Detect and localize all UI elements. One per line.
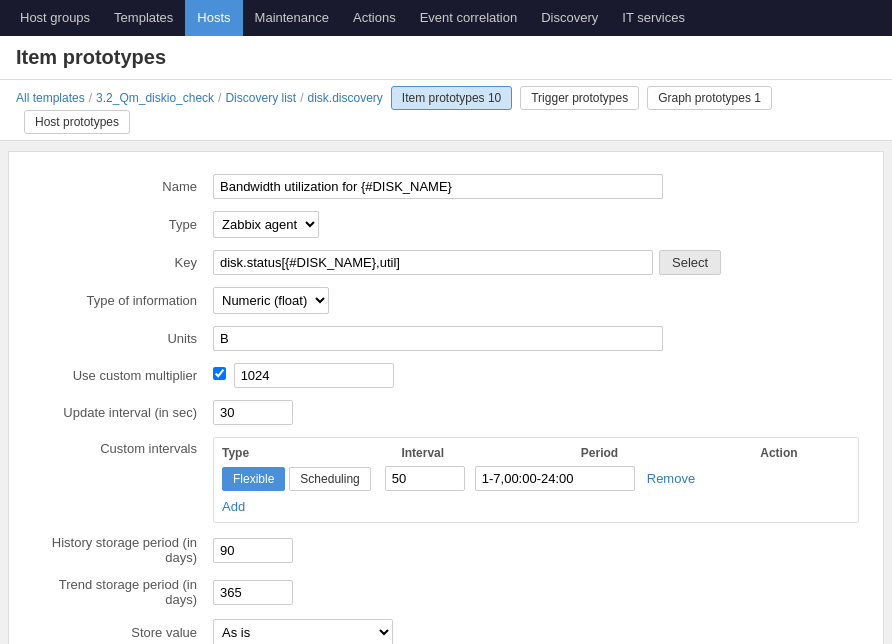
tab-item-prototypes[interactable]: Item prototypes 10 [391, 86, 512, 110]
custom-intervals-row: Custom intervals Type Interval Period Ac… [25, 431, 867, 529]
key-input[interactable] [213, 250, 653, 275]
interval-interval-header: Interval [401, 446, 580, 460]
interval-type-header: Type [222, 446, 401, 460]
update-interval-row: Update interval (in sec) [25, 394, 867, 431]
tab-graph-prototypes[interactable]: Graph prototypes 1 [647, 86, 772, 110]
breadcrumb-discovery-list[interactable]: Discovery list [225, 91, 296, 105]
remove-link[interactable]: Remove [647, 471, 695, 486]
type-row: Type Zabbix agent [25, 205, 867, 244]
key-label: Key [25, 244, 205, 281]
type-info-row: Type of information Numeric (float) [25, 281, 867, 320]
select-button[interactable]: Select [659, 250, 721, 275]
breadcrumb-all-templates[interactable]: All templates [16, 91, 85, 105]
breadcrumb-host[interactable]: 3.2_Qm_diskio_check [96, 91, 214, 105]
breadcrumb-bar: All templates / 3.2_Qm_diskio_check / Di… [0, 80, 892, 141]
store-value-label: Store value [25, 613, 205, 644]
flexible-button[interactable]: Flexible [222, 467, 285, 491]
tab-host-prototypes[interactable]: Host prototypes [24, 110, 130, 134]
interval-period-header: Period [581, 446, 760, 460]
trend-field-cell [205, 571, 867, 613]
custom-intervals-label: Custom intervals [25, 431, 205, 529]
custom-mult-row: Use custom multiplier [25, 357, 867, 394]
store-value-row: Store value As is [25, 613, 867, 644]
add-link-container: Add [222, 495, 850, 514]
nav-maintenance[interactable]: Maintenance [243, 0, 341, 36]
custom-mult-checkbox[interactable] [213, 367, 226, 380]
store-value-select[interactable]: As is [213, 619, 393, 644]
intervals-header: Type Interval Period Action [222, 446, 850, 460]
trend-input[interactable] [213, 580, 293, 605]
nav-hosts[interactable]: Hosts [185, 0, 242, 36]
type-info-select[interactable]: Numeric (float) [213, 287, 329, 314]
type-field-cell: Zabbix agent [205, 205, 867, 244]
name-input[interactable] [213, 174, 663, 199]
nav-host-groups[interactable]: Host groups [8, 0, 102, 36]
update-interval-field-cell [205, 394, 867, 431]
item-prototype-form: Name Type Zabbix agent Key Sele [25, 168, 867, 644]
type-select[interactable]: Zabbix agent [213, 211, 319, 238]
main-content: Name Type Zabbix agent Key Sele [8, 151, 884, 644]
units-label: Units [25, 320, 205, 357]
update-interval-input[interactable] [213, 400, 293, 425]
history-row: History storage period (in days) [25, 529, 867, 571]
breadcrumb-sep3: / [300, 91, 303, 105]
custom-mult-input[interactable] [234, 363, 394, 388]
units-input[interactable] [213, 326, 663, 351]
tab-trigger-prototypes[interactable]: Trigger prototypes [520, 86, 639, 110]
nav-discovery[interactable]: Discovery [529, 0, 610, 36]
page-title: Item prototypes [16, 46, 876, 69]
intervals-section: Type Interval Period Action Flexible Sch… [213, 437, 859, 523]
custom-mult-field-cell [205, 357, 867, 394]
breadcrumb-discovery[interactable]: disk.discovery [307, 91, 382, 105]
history-input[interactable] [213, 538, 293, 563]
add-link[interactable]: Add [222, 499, 245, 514]
store-value-field-cell: As is [205, 613, 867, 644]
interval-value-input[interactable] [385, 466, 465, 491]
history-field-cell [205, 529, 867, 571]
interval-action-header: Action [760, 446, 850, 460]
nav-event-correlation[interactable]: Event correlation [408, 0, 530, 36]
update-interval-label: Update interval (in sec) [25, 394, 205, 431]
units-row: Units [25, 320, 867, 357]
period-value-input[interactable] [475, 466, 635, 491]
nav-templates[interactable]: Templates [102, 0, 185, 36]
scheduling-button[interactable]: Scheduling [289, 467, 370, 491]
name-field-cell [205, 168, 867, 205]
name-row: Name [25, 168, 867, 205]
trend-label: Trend storage period (in days) [25, 571, 205, 613]
breadcrumb-sep2: / [218, 91, 221, 105]
breadcrumb-sep1: / [89, 91, 92, 105]
interval-row-1: Flexible Scheduling Remove [222, 466, 850, 491]
type-label: Type [25, 205, 205, 244]
custom-mult-label: Use custom multiplier [25, 357, 205, 394]
custom-intervals-field-cell: Type Interval Period Action Flexible Sch… [205, 431, 867, 529]
type-info-field-cell: Numeric (float) [205, 281, 867, 320]
key-row: Key Select [25, 244, 867, 281]
trend-row: Trend storage period (in days) [25, 571, 867, 613]
name-label: Name [25, 168, 205, 205]
units-field-cell [205, 320, 867, 357]
page-title-bar: Item prototypes [0, 36, 892, 80]
type-info-label: Type of information [25, 281, 205, 320]
nav-it-services[interactable]: IT services [610, 0, 697, 36]
history-label: History storage period (in days) [25, 529, 205, 571]
nav-actions[interactable]: Actions [341, 0, 408, 36]
top-navigation: Host groups Templates Hosts Maintenance … [0, 0, 892, 36]
key-field-cell: Select [205, 244, 867, 281]
